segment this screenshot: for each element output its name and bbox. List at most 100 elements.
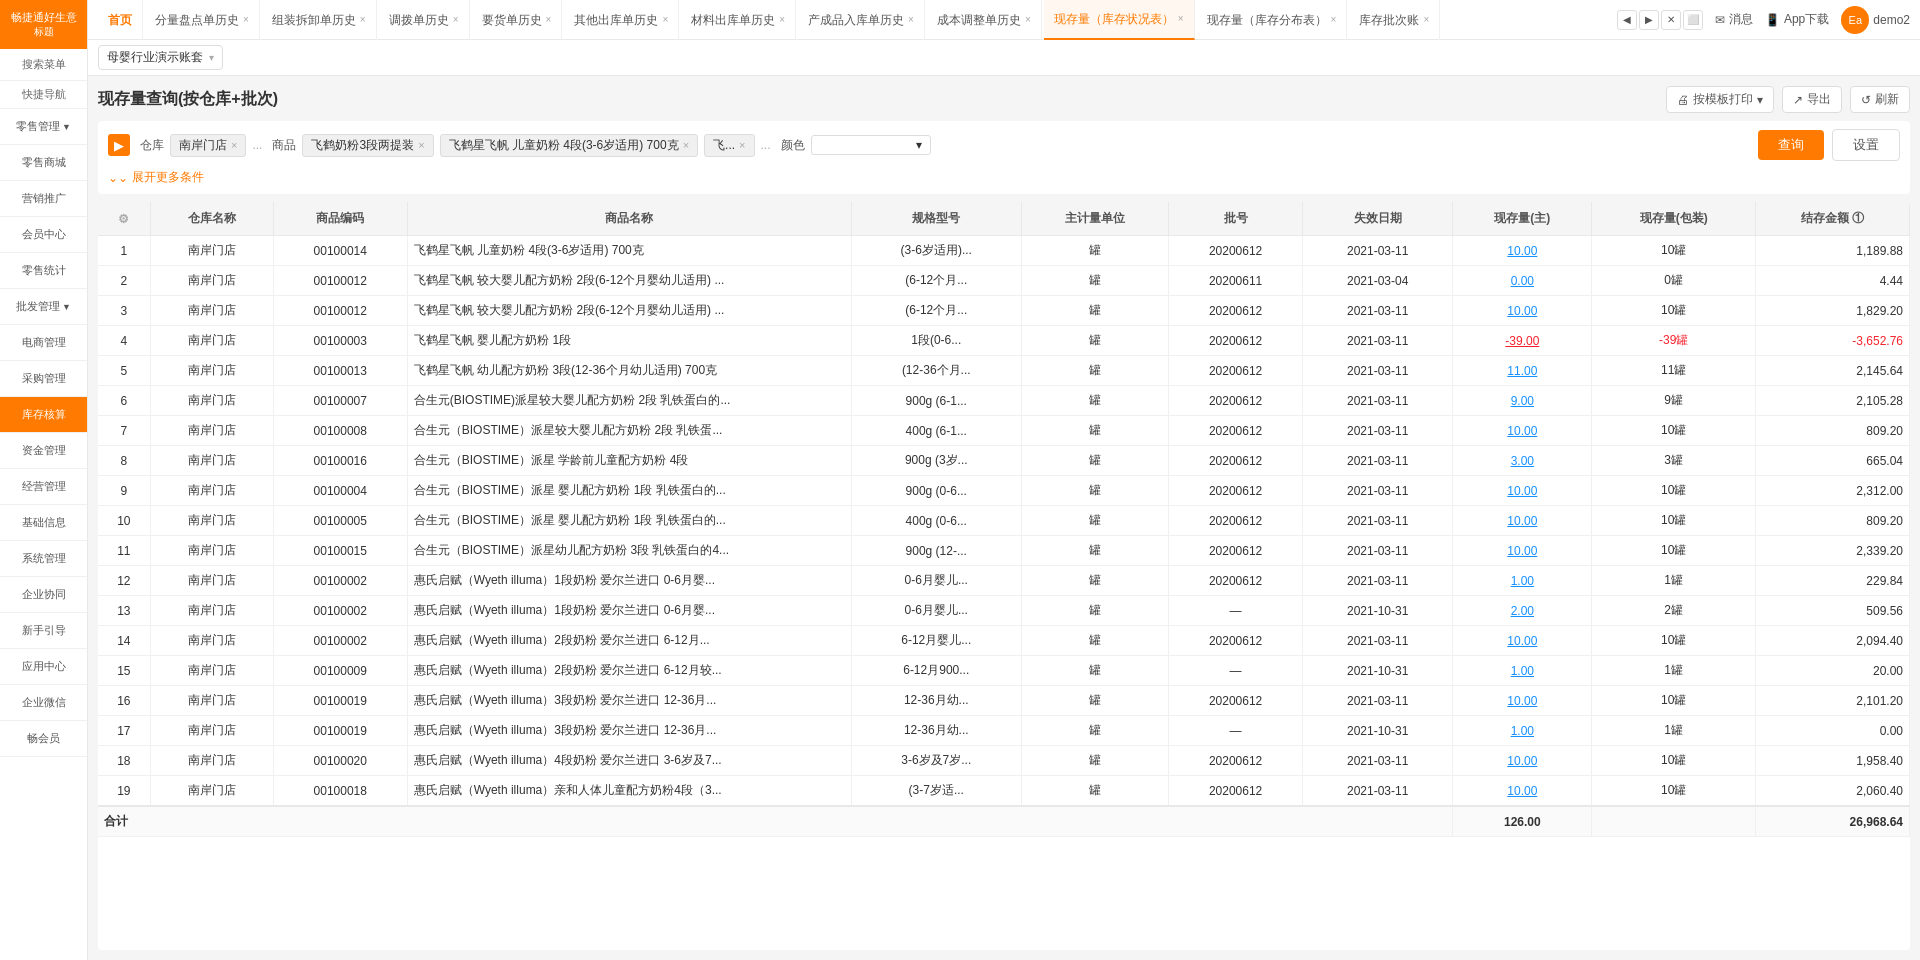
sidebar-quick-nav[interactable]: 快捷导航 bbox=[0, 81, 87, 109]
user-avatar[interactable]: Ea demo2 bbox=[1841, 6, 1910, 34]
sidebar-item-system[interactable]: 系统管理 bbox=[0, 541, 87, 577]
cell-qty-main[interactable]: 10.00 bbox=[1453, 476, 1592, 506]
sidebar-item-inventory[interactable]: 库存核算 bbox=[0, 397, 87, 433]
cell-qty-main[interactable]: 1.00 bbox=[1453, 656, 1592, 686]
cell-no: 16 bbox=[98, 686, 150, 716]
table-scroll[interactable]: ⚙ 仓库名称 商品编码 商品名称 规格型号 主计量单位 批号 失效日期 现存量(… bbox=[98, 202, 1910, 950]
product-tag-1[interactable]: 飞鹤奶粉3段两提装 × bbox=[302, 134, 433, 157]
tab-close-combo[interactable]: × bbox=[360, 0, 366, 40]
warehouse-more[interactable]: ... bbox=[252, 138, 262, 152]
tab-close-inventory-dist[interactable]: × bbox=[1331, 0, 1337, 40]
tab-request[interactable]: 要货单历史 × bbox=[472, 0, 563, 40]
cell-qty-main[interactable]: 1.00 bbox=[1453, 716, 1592, 746]
sidebar-item-basic[interactable]: 基础信息 bbox=[0, 505, 87, 541]
warehouse-tag-1[interactable]: 南岸门店 × bbox=[170, 134, 246, 157]
sidebar-item-member[interactable]: 会员中心 bbox=[0, 217, 87, 253]
cell-qty-main[interactable]: 10.00 bbox=[1453, 746, 1592, 776]
tab-home[interactable]: 首页 bbox=[98, 0, 143, 40]
sidebar-item-finance[interactable]: 资金管理 bbox=[0, 433, 87, 469]
cell-qty-main[interactable]: 10.00 bbox=[1453, 506, 1592, 536]
sidebar-item-retail-shop[interactable]: 零售商城 bbox=[0, 145, 87, 181]
cell-qty-main[interactable]: 10.00 bbox=[1453, 626, 1592, 656]
tab-inventory-dist[interactable]: 现存量（库存分布表） × bbox=[1197, 0, 1348, 40]
sidebar-item-wechat[interactable]: 企业微信 bbox=[0, 685, 87, 721]
product-tag-3[interactable]: 飞... × bbox=[704, 134, 754, 157]
export-button[interactable]: ↗ 导出 bbox=[1782, 86, 1842, 113]
settings-icon[interactable]: ⚙ bbox=[118, 212, 129, 226]
warehouse-tag-remove[interactable]: × bbox=[231, 139, 237, 151]
query-button[interactable]: 查询 bbox=[1758, 130, 1824, 160]
table-row: 19 南岸门店 00100018 惠氏启赋（Wyeth illuma）亲和人体儿… bbox=[98, 776, 1910, 807]
col-settings[interactable]: ⚙ bbox=[98, 202, 150, 236]
cell-qty-main[interactable]: 10.00 bbox=[1453, 536, 1592, 566]
cell-qty-main[interactable]: 2.00 bbox=[1453, 596, 1592, 626]
cell-qty-pack: 1罐 bbox=[1592, 716, 1755, 746]
tab-combo[interactable]: 组装拆卸单历史 × bbox=[262, 0, 377, 40]
cell-expire: 2021-03-11 bbox=[1303, 446, 1453, 476]
nav-next[interactable]: ▶ bbox=[1639, 10, 1659, 30]
sidebar-item-wholesale[interactable]: 批发管理▼ bbox=[0, 289, 87, 325]
tab-close-search[interactable]: × bbox=[453, 0, 459, 40]
filter-expand-btn[interactable]: ▶ bbox=[108, 134, 130, 156]
tab-cost-adjust[interactable]: 成本调整单历史 × bbox=[927, 0, 1042, 40]
cell-qty-main[interactable]: 11.00 bbox=[1453, 356, 1592, 386]
logo-line2: 标题 bbox=[5, 25, 82, 39]
expand-more-btn[interactable]: ⌄⌄ 展开更多条件 bbox=[108, 169, 1900, 186]
cell-qty-main[interactable]: 10.00 bbox=[1453, 416, 1592, 446]
product-tag-2[interactable]: 飞鹤星飞帆 儿童奶粉 4段(3-6岁适用) 700克 × bbox=[440, 134, 698, 157]
tab-close-split[interactable]: × bbox=[243, 0, 249, 40]
tab-product-in[interactable]: 产成品入库单历史 × bbox=[798, 0, 925, 40]
cell-qty-main[interactable]: 10.00 bbox=[1453, 236, 1592, 266]
tab-material-out[interactable]: 材料出库单历史 × bbox=[681, 0, 796, 40]
sidebar-item-ecommerce[interactable]: 电商管理 bbox=[0, 325, 87, 361]
cell-warehouse: 南岸门店 bbox=[150, 506, 273, 536]
sidebar-item-enterprise[interactable]: 企业协同 bbox=[0, 577, 87, 613]
sidebar-search[interactable]: 搜索菜单 bbox=[0, 49, 87, 81]
product-tag-3-remove[interactable]: × bbox=[739, 139, 745, 151]
sidebar-logo[interactable]: 畅捷通好生意 标题 bbox=[0, 0, 87, 49]
cell-qty-main[interactable]: 9.00 bbox=[1453, 386, 1592, 416]
cell-qty-main[interactable]: 0.00 bbox=[1453, 266, 1592, 296]
tab-close-material-out[interactable]: × bbox=[779, 0, 785, 40]
account-selector[interactable]: 母婴行业演示账套 ▾ bbox=[98, 45, 223, 70]
tab-close-batch-ledger[interactable]: × bbox=[1423, 0, 1429, 40]
product-tag-1-remove[interactable]: × bbox=[418, 139, 424, 151]
sidebar-item-retail[interactable]: 零售管理▼ bbox=[0, 109, 87, 145]
settings-button[interactable]: 设置 bbox=[1832, 129, 1900, 161]
sidebar-item-member2[interactable]: 畅会员 bbox=[0, 721, 87, 757]
color-dropdown[interactable]: ▾ bbox=[811, 135, 931, 155]
product-more[interactable]: ... bbox=[761, 138, 771, 152]
cell-warehouse: 南岸门店 bbox=[150, 266, 273, 296]
sidebar-item-marketing[interactable]: 营销推广 bbox=[0, 181, 87, 217]
sidebar-item-guide[interactable]: 新手引导 bbox=[0, 613, 87, 649]
tab-close-inventory-status[interactable]: × bbox=[1178, 0, 1184, 39]
tab-close-request[interactable]: × bbox=[546, 0, 552, 40]
nav-close[interactable]: ✕ bbox=[1661, 10, 1681, 30]
sidebar-item-operation[interactable]: 经营管理 bbox=[0, 469, 87, 505]
tab-close-other-out[interactable]: × bbox=[662, 0, 668, 40]
message-btn[interactable]: ✉ 消息 bbox=[1715, 11, 1753, 28]
cell-qty-main[interactable]: 3.00 bbox=[1453, 446, 1592, 476]
sidebar-item-purchase[interactable]: 采购管理 bbox=[0, 361, 87, 397]
cell-qty-main[interactable]: 10.00 bbox=[1453, 776, 1592, 807]
app-download-btn[interactable]: 📱 App下载 bbox=[1765, 11, 1829, 28]
tab-batch-ledger[interactable]: 库存批次账 × bbox=[1349, 0, 1440, 40]
sidebar-item-appstore[interactable]: 应用中心 bbox=[0, 649, 87, 685]
refresh-button[interactable]: ↺ 刷新 bbox=[1850, 86, 1910, 113]
tab-close-cost-adjust[interactable]: × bbox=[1025, 0, 1031, 40]
nav-prev[interactable]: ◀ bbox=[1617, 10, 1637, 30]
sidebar-item-retail-stats[interactable]: 零售统计 bbox=[0, 253, 87, 289]
tab-other-out[interactable]: 其他出库单历史 × bbox=[564, 0, 679, 40]
product-tag-2-remove[interactable]: × bbox=[683, 139, 689, 151]
tab-search-order[interactable]: 调拨单历史 × bbox=[379, 0, 470, 40]
print-button[interactable]: 🖨 按模板打印 ▾ bbox=[1666, 86, 1774, 113]
cell-no: 2 bbox=[98, 266, 150, 296]
tab-close-product-in[interactable]: × bbox=[908, 0, 914, 40]
tab-inventory-status[interactable]: 现存量（库存状况表） × bbox=[1044, 0, 1195, 40]
cell-qty-main[interactable]: 1.00 bbox=[1453, 566, 1592, 596]
tab-split[interactable]: 分量盘点单历史 × bbox=[145, 0, 260, 40]
cell-qty-main[interactable]: 10.00 bbox=[1453, 296, 1592, 326]
cell-qty-main[interactable]: 10.00 bbox=[1453, 686, 1592, 716]
nav-expand[interactable]: ⬜ bbox=[1683, 10, 1703, 30]
cell-qty-main[interactable]: -39.00 bbox=[1453, 326, 1592, 356]
